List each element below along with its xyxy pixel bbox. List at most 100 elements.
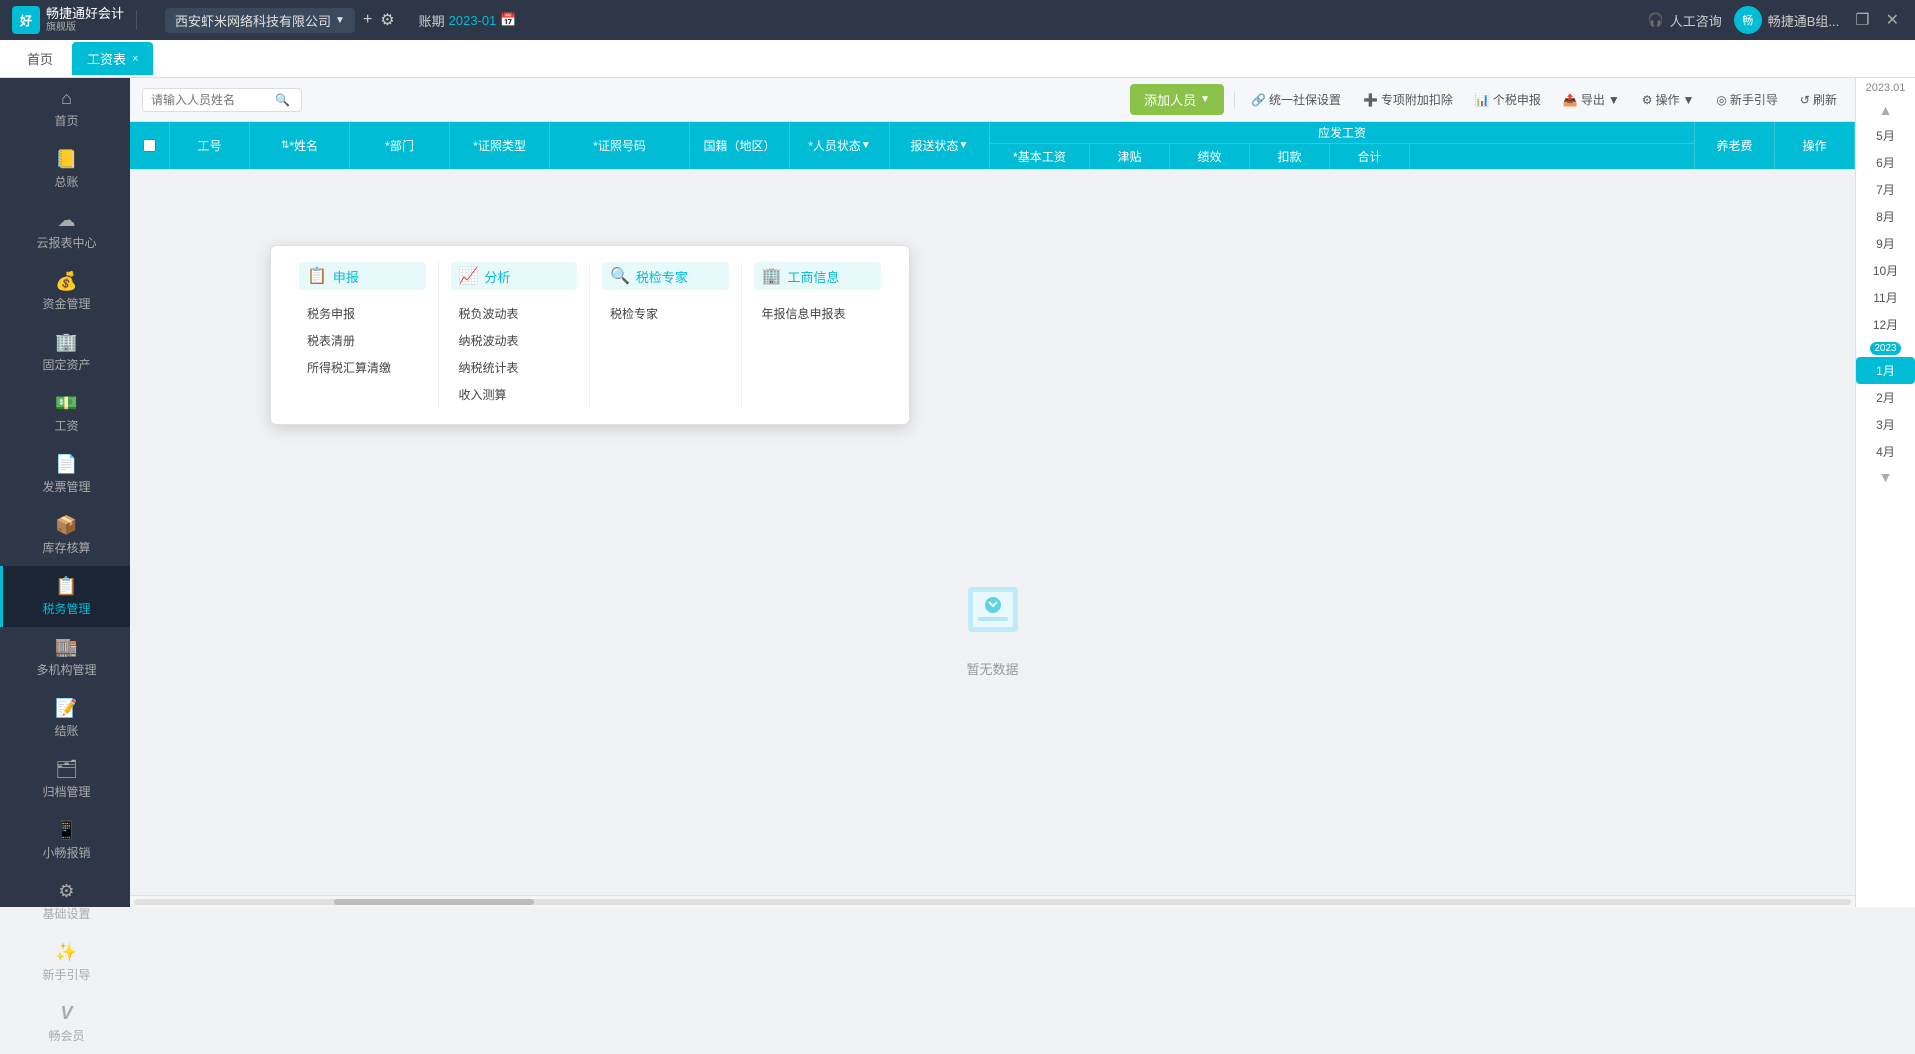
inventory-icon: 📦 [55,515,77,536]
sidebar-item-fixed-assets[interactable]: 🏢 固定资产 [0,322,130,383]
add-company-icon[interactable]: + [363,11,372,29]
analysis-title: 分析 [484,267,510,286]
month-6[interactable]: 6月 [1856,149,1915,176]
user-avatar: 畅 [1734,6,1762,34]
top-bar: 好 畅捷通好会计 旗舰版 西安虾米网络科技有限公司 ▼ + ⚙ 账期 2023-… [0,0,1915,40]
popup-item-income-tax-settlement[interactable]: 所得税汇算清缴 [299,354,426,381]
month-3[interactable]: 3月 [1856,411,1915,438]
popup-item-tax-expert[interactable]: 税检专家 [602,300,729,327]
sidebar-item-multi-org[interactable]: 🏬 多机构管理 [0,627,130,688]
payroll-tab[interactable]: 工资表 × [72,42,153,75]
scroll-up-btn[interactable]: ▲ [1856,98,1915,122]
tax-icon: 📋 [55,576,77,597]
th-department: *部门 [350,122,450,169]
filter-icon[interactable]: ▼ [861,140,871,151]
popup-item-tax-burden[interactable]: 税负波动表 [451,300,578,327]
home-tab[interactable]: 首页 [12,42,68,75]
company-selector[interactable]: 西安虾米网络科技有限公司 ▼ [165,8,355,33]
month-2[interactable]: 2月 [1856,384,1915,411]
operate-btn[interactable]: ⚙ 操作 ▼ [1636,88,1701,111]
sidebar-item-basic-settings[interactable]: ⚙ 基础设置 [0,871,130,932]
month-9[interactable]: 9月 [1856,230,1915,257]
tax-return-btn[interactable]: 📊 个税申报 [1469,88,1547,111]
add-employee-button[interactable]: 添加人员 ▼ [1130,84,1224,115]
bottom-scrollbar[interactable] [130,895,1855,907]
th-social-security: 养老费 [1695,122,1775,169]
month-8[interactable]: 8月 [1856,203,1915,230]
sidebar-item-home[interactable]: ⌂ 首页 [0,78,130,139]
logo-icon: 好 [12,6,40,34]
member-icon: V [60,1003,72,1024]
sidebar-item-tax[interactable]: 📋 税务管理 [0,566,130,627]
th-deduction: 扣款 [1250,144,1330,169]
search-input[interactable] [151,93,271,107]
sidebar-item-xiaochang[interactable]: 📱 小畅报销 [0,810,130,871]
sidebar-label-xiaochang: 小畅报销 [42,844,90,861]
popup-menu: 📋 申报 税务申报 税表清册 所得税汇算清缴 📈 分析 税负波动表 [270,245,910,425]
sidebar-label-basic-settings: 基础设置 [42,905,90,922]
popup-item-tax-list[interactable]: 税表清册 [299,327,426,354]
th-allowance: 津贴 [1090,144,1170,169]
sidebar-label-member: 畅会员 [48,1027,84,1044]
month-5[interactable]: 5月 [1856,122,1915,149]
restore-button[interactable]: ❐ [1851,8,1873,32]
window-controls: ❐ ✕ [1851,8,1903,32]
th-report-status: 报送状态 ▼ [890,122,990,169]
th-operate: 操作 [1775,122,1855,169]
special-deduct-btn[interactable]: ➕ 专项附加扣除 [1357,88,1459,111]
scrollbar-thumb[interactable] [334,899,534,905]
sidebar-item-ledger[interactable]: 📒 总账 [0,139,130,200]
tax-return-label: 个税申报 [1493,91,1541,108]
sidebar-item-fund[interactable]: 💰 资金管理 [0,261,130,322]
popup-section-tax-expert-header: 🔍 税检专家 [602,262,729,290]
help-button[interactable]: 🎧 人工咨询 [1648,11,1722,30]
month-1[interactable]: 1月 [1856,357,1915,384]
xiaochang-icon: 📱 [55,820,77,841]
search-field[interactable]: 🔍 [142,88,302,112]
sidebar-item-closing[interactable]: 📝 结账 [0,688,130,749]
popup-item-tax-fluctuation[interactable]: 纳税波动表 [451,327,578,354]
select-all-checkbox[interactable] [130,122,170,169]
social-security-btn[interactable]: 🔗 统一社保设置 [1245,88,1347,111]
month-10[interactable]: 10月 [1856,257,1915,284]
sidebar-item-member[interactable]: V 畅会员 [0,993,130,1054]
close-button[interactable]: ✕ [1882,8,1903,32]
scroll-down-btn[interactable]: ▼ [1856,465,1915,489]
popup-item-annual-report[interactable]: 年报信息申报表 [754,300,882,327]
popup-item-tax-declaration[interactable]: 税务申报 [299,300,426,327]
sidebar-item-cloud-report[interactable]: ☁ 云报表中心 [0,200,130,261]
empty-state: 暂无数据 [130,349,1855,895]
popup-item-tax-stats[interactable]: 纳税统计表 [451,354,578,381]
month-4[interactable]: 4月 [1856,438,1915,465]
empty-state-icon [953,567,1033,647]
export-btn[interactable]: 📤 导出 ▼ [1557,88,1626,111]
month-12[interactable]: 12月 [1856,311,1915,338]
settings-icon[interactable]: ⚙ [380,10,394,30]
guide-btn[interactable]: ◎ 新手引导 [1710,88,1784,111]
filter-icon-2[interactable]: ▼ [959,140,969,151]
social-security-label: 统一社保设置 [1269,91,1341,108]
tab-close-icon[interactable]: × [132,53,138,65]
month-11[interactable]: 11月 [1856,284,1915,311]
th-wage-group-label: 应发工资 [990,122,1694,144]
sidebar-item-archive[interactable]: 🗂 归档管理 [0,749,130,810]
special-deduct-label: 专项附加扣除 [1381,91,1453,108]
analysis-icon: 📈 [459,266,479,286]
month-7[interactable]: 7月 [1856,176,1915,203]
user-menu[interactable]: 畅 畅捷通B组... [1734,6,1840,34]
refresh-btn[interactable]: ↺ 刷新 [1794,88,1843,111]
home-icon: ⌂ [61,88,72,109]
sidebar-item-invoice[interactable]: 📄 发票管理 [0,444,130,505]
popup-item-income-estimate[interactable]: 收入测算 [451,381,578,408]
sidebar-item-inventory[interactable]: 📦 库存核算 [0,505,130,566]
checkbox-all[interactable] [143,139,156,152]
sidebar-label-guide: 新手引导 [42,966,90,983]
period-value: 2023-01 [449,13,497,28]
sidebar-label-multi-org: 多机构管理 [36,661,96,678]
sidebar-item-payroll[interactable]: 💵 工资 [0,383,130,444]
sidebar-item-guide[interactable]: ✨ 新手引导 [0,932,130,993]
calendar-icon[interactable]: 📅 [500,12,516,28]
sidebar-label-inventory: 库存核算 [42,539,90,556]
popup-section-business-info-header: 🏢 工商信息 [754,262,882,290]
operate-icon: ⚙ [1642,93,1653,107]
